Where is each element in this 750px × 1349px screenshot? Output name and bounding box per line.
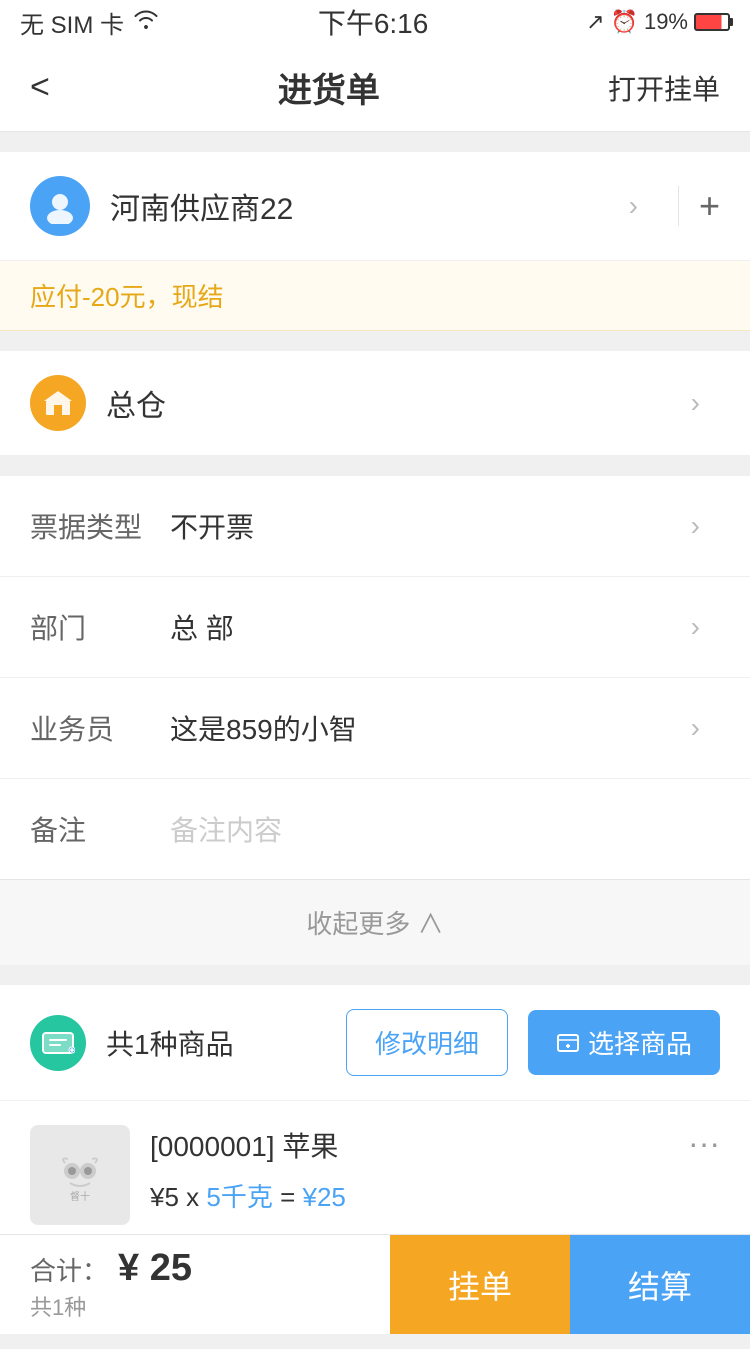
product-header: 共1种商品 修改明细 选择商品 <box>0 985 750 1100</box>
wifi-icon <box>132 8 160 36</box>
status-time: 下午6:16 <box>318 2 429 42</box>
remark-row[interactable]: 备注 备注内容 <box>0 778 750 879</box>
bottom-bar: 合计： ¥ 25 共1种 挂单 结算 <box>0 1234 750 1334</box>
department-label: 部门 <box>30 607 150 647</box>
salesman-chevron-icon: › <box>691 712 700 744</box>
product-price-row: ¥5 x 5千克 = ¥25 <box>150 1177 668 1214</box>
status-left: 无 SIM 卡 <box>20 5 160 40</box>
location-icon: ↗ <box>586 9 604 35</box>
more-button[interactable]: ··· <box>688 1125 720 1162</box>
collapse-label: 收起更多 ∧ <box>306 909 443 939</box>
alarm-icon: ⏰ <box>611 9 638 35</box>
carrier-text: 无 SIM 卡 <box>20 5 124 40</box>
product-thumbnail: 督十 <box>30 1125 130 1225</box>
invoice-type-chevron-icon: › <box>691 510 700 542</box>
svg-text:督十: 督十 <box>70 1190 90 1203</box>
salesman-row[interactable]: 业务员 这是859的小智 › <box>0 677 750 778</box>
battery-text: 19% <box>644 9 688 35</box>
checkout-button[interactable]: 结算 <box>570 1235 750 1334</box>
add-supplier-button[interactable]: + <box>699 185 720 227</box>
remark-label: 备注 <box>30 809 150 849</box>
gap-1 <box>0 132 750 152</box>
department-chevron-icon: › <box>691 611 700 643</box>
total-sub: 共1种 <box>30 1290 360 1322</box>
quantity: 5千克 <box>206 1182 272 1212</box>
total-price: ¥25 <box>303 1182 346 1212</box>
select-product-label: 选择商品 <box>588 1024 692 1061</box>
open-pending-button[interactable]: 打开挂单 <box>608 68 720 108</box>
department-value: 总 部 <box>170 607 691 647</box>
collapse-button[interactable]: 收起更多 ∧ <box>0 879 750 965</box>
product-item: 督十 [0000001] 苹果 ¥5 x 5千克 = ¥25 ··· <box>0 1100 750 1249</box>
invoice-type-value: 不开票 <box>170 506 691 546</box>
back-button[interactable]: < <box>30 68 50 107</box>
supplier-avatar <box>30 176 90 236</box>
invoice-type-row[interactable]: 票据类型 不开票 › <box>0 475 750 576</box>
gap-2 <box>0 331 750 351</box>
edit-detail-button[interactable]: 修改明细 <box>346 1009 508 1076</box>
owl-logo-icon: 督十 <box>50 1145 110 1205</box>
product-name: [0000001] 苹果 <box>150 1125 668 1165</box>
select-product-button[interactable]: 选择商品 <box>528 1010 720 1075</box>
notice-text: 应付-20元，现结 <box>30 282 224 312</box>
remark-placeholder[interactable]: 备注内容 <box>170 809 720 849</box>
unit-price: ¥5 x <box>150 1182 206 1212</box>
salesman-value: 这是859的小智 <box>170 708 691 748</box>
supplier-row[interactable]: 河南供应商22 › + <box>0 152 750 261</box>
total-label: 合计： <box>30 1251 108 1288</box>
warehouse-chevron-icon: › <box>691 387 700 419</box>
nav-bar: < 进货单 打开挂单 <box>0 44 750 132</box>
total-row: 合计： ¥ 25 <box>30 1247 360 1290</box>
warehouse-section: 总仓 › <box>0 351 750 455</box>
warehouse-name: 总仓 <box>106 381 691 425</box>
hang-button[interactable]: 挂单 <box>390 1235 570 1334</box>
supplier-section: 河南供应商22 › + 应付-20元，现结 <box>0 152 750 331</box>
gap-3 <box>0 455 750 475</box>
product-info: [0000001] 苹果 ¥5 x 5千克 = ¥25 <box>150 1125 668 1214</box>
battery-icon <box>694 13 730 31</box>
status-bar: 无 SIM 卡 下午6:16 ↗ ⏰ 19% <box>0 0 750 44</box>
status-right: ↗ ⏰ 19% <box>586 9 730 35</box>
warehouse-row[interactable]: 总仓 › <box>0 351 750 455</box>
total-amount: ¥ 25 <box>118 1247 192 1290</box>
page-title: 进货单 <box>278 63 380 112</box>
warehouse-icon <box>30 375 86 431</box>
gap-4 <box>0 965 750 985</box>
supplier-name: 河南供应商22 <box>110 184 629 228</box>
product-title: 苹果 <box>282 1131 338 1162</box>
product-section: 共1种商品 修改明细 选择商品 <box>0 985 750 1249</box>
equals-sign: = <box>280 1182 302 1212</box>
form-section: 票据类型 不开票 › 部门 总 部 › 业务员 这是859的小智 › 备注 备注… <box>0 475 750 965</box>
product-count-text: 共1种商品 <box>106 1023 326 1063</box>
department-row[interactable]: 部门 总 部 › <box>0 576 750 677</box>
invoice-type-label: 票据类型 <box>30 506 150 546</box>
vertical-divider <box>678 186 679 226</box>
total-area: 合计： ¥ 25 共1种 <box>0 1235 390 1334</box>
product-code: [0000001] <box>150 1131 282 1162</box>
supplier-chevron-icon: › <box>629 190 638 222</box>
notice-bar: 应付-20元，现结 <box>0 261 750 331</box>
salesman-label: 业务员 <box>30 708 150 748</box>
product-count-icon <box>30 1015 86 1071</box>
